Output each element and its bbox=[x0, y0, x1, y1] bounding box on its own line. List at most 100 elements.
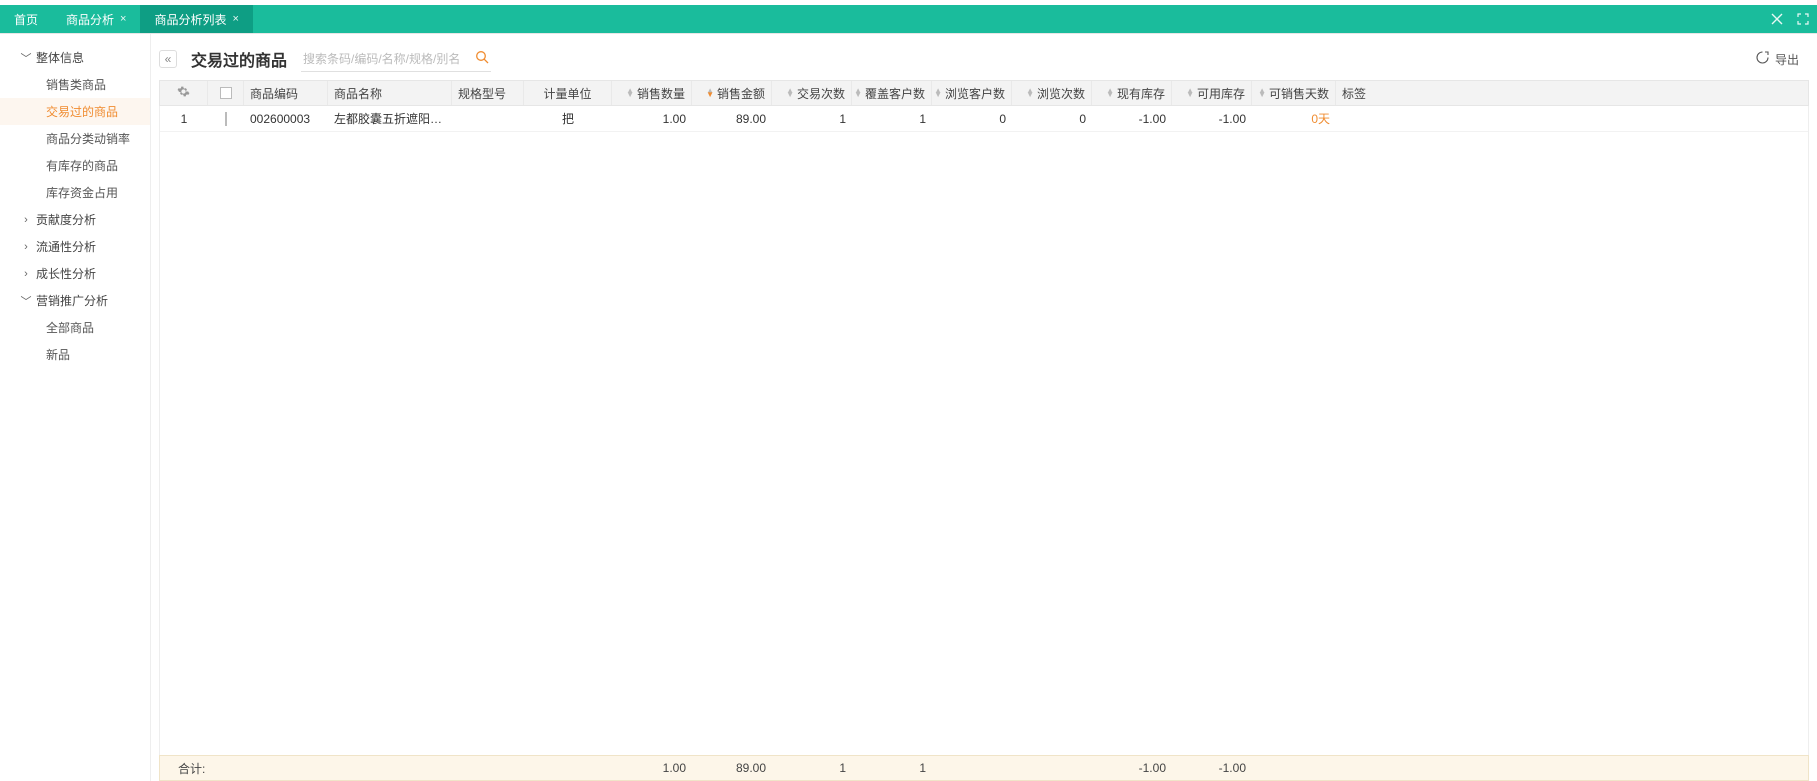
header-vcust[interactable]: ▲▼浏览客户数 bbox=[932, 81, 1012, 105]
export-button[interactable]: 导出 bbox=[1750, 47, 1805, 72]
sort-icon: ▲▼ bbox=[1258, 89, 1266, 97]
sort-icon: ▲▼ bbox=[1026, 89, 1034, 97]
cell-qty: 1.00 bbox=[612, 112, 692, 126]
cell-code: 002600003 bbox=[244, 112, 328, 126]
cell-avail: -1.00 bbox=[1172, 112, 1252, 126]
header-unit[interactable]: 计量单位 bbox=[524, 81, 612, 105]
footer-label: 合计: bbox=[160, 760, 328, 777]
header-name[interactable]: 商品名称 bbox=[328, 81, 452, 105]
header-label: 可用库存 bbox=[1197, 85, 1245, 102]
sort-icon: ▲▼ bbox=[706, 89, 714, 97]
link-value: 0 bbox=[999, 112, 1006, 126]
close-icon[interactable]: × bbox=[232, 13, 238, 25]
sidebar-item-in-stock[interactable]: 有库存的商品 bbox=[0, 152, 150, 179]
sidebar-group-label: 贡献度分析 bbox=[36, 211, 96, 228]
sidebar-group-overall[interactable]: ﹀ 整体信息 bbox=[0, 44, 150, 71]
header-label: 计量单位 bbox=[543, 85, 591, 102]
sidebar-item-traded-products[interactable]: 交易过的商品 bbox=[0, 98, 150, 125]
table-row[interactable]: 1 002600003 左都胶囊五折遮阳伞防晒伞; 把 1.00 89.00 1… bbox=[160, 106, 1808, 132]
sidebar-group-contribution[interactable]: › 贡献度分析 bbox=[0, 206, 150, 233]
tab-label: 首页 bbox=[14, 11, 38, 28]
page-header: « 交易过的商品 导出 bbox=[159, 34, 1809, 80]
footer-cov: 1 bbox=[852, 761, 932, 775]
tab-home[interactable]: 首页 bbox=[0, 5, 52, 33]
export-icon bbox=[1756, 51, 1769, 67]
search-field bbox=[301, 46, 491, 72]
header-qty[interactable]: ▲▼销售数量 bbox=[612, 81, 692, 105]
header-amount[interactable]: ▲▼销售金额 bbox=[692, 81, 772, 105]
cell-vcust[interactable]: 0 bbox=[932, 112, 1012, 126]
sidebar-item-stock-capital[interactable]: 库存资金占用 bbox=[0, 179, 150, 206]
footer-amount: 89.00 bbox=[692, 761, 772, 775]
search-input[interactable] bbox=[301, 46, 491, 72]
cell-amount: 89.00 bbox=[692, 112, 772, 126]
chevron-down-icon: ﹀ bbox=[20, 50, 32, 66]
header-stock[interactable]: ▲▼现有库存 bbox=[1092, 81, 1172, 105]
sidebar: ﹀ 整体信息 销售类商品 交易过的商品 商品分类动销率 有库存的商品 库存资金占… bbox=[0, 34, 151, 781]
cell-days: 0天 bbox=[1252, 110, 1336, 127]
page-title: 交易过的商品 bbox=[191, 47, 287, 71]
footer-qty: 1.00 bbox=[612, 761, 692, 775]
sidebar-group-label: 整体信息 bbox=[36, 49, 84, 66]
sidebar-group-marketing[interactable]: ﹀ 营销推广分析 bbox=[0, 287, 150, 314]
sort-icon: ▲▼ bbox=[854, 89, 862, 97]
sidebar-item-all-products[interactable]: 全部商品 bbox=[0, 314, 150, 341]
export-label: 导出 bbox=[1775, 51, 1799, 68]
checkbox-icon bbox=[220, 87, 232, 99]
tab-label: 商品分析 bbox=[66, 11, 114, 28]
cell-name: 左都胶囊五折遮阳伞防晒伞; bbox=[328, 110, 452, 127]
search-icon[interactable] bbox=[475, 50, 489, 67]
tab-label: 商品分析列表 bbox=[154, 11, 226, 28]
gear-icon bbox=[177, 85, 190, 101]
cell-tx: 1 bbox=[772, 112, 852, 126]
close-all-icon[interactable] bbox=[1769, 11, 1785, 27]
sort-icon: ▲▼ bbox=[1186, 89, 1194, 97]
cell-cov: 1 bbox=[852, 112, 932, 126]
footer-avail: -1.00 bbox=[1172, 761, 1252, 775]
header-days[interactable]: ▲▼可销售天数 bbox=[1252, 81, 1336, 105]
header-label: 交易次数 bbox=[797, 85, 845, 102]
table-body[interactable]: 1 002600003 左都胶囊五折遮阳伞防晒伞; 把 1.00 89.00 1… bbox=[159, 106, 1809, 755]
sidebar-item-sales-products[interactable]: 销售类商品 bbox=[0, 71, 150, 98]
header-label: 浏览客户数 bbox=[945, 85, 1005, 102]
header-checkbox[interactable] bbox=[208, 81, 244, 105]
header-code[interactable]: 商品编码 bbox=[244, 81, 328, 105]
header-avail[interactable]: ▲▼可用库存 bbox=[1172, 81, 1252, 105]
header-label: 现有库存 bbox=[1117, 85, 1165, 102]
sidebar-group-liquidity[interactable]: › 流通性分析 bbox=[0, 233, 150, 260]
chevron-right-icon: › bbox=[20, 268, 32, 280]
header-tx[interactable]: ▲▼交易次数 bbox=[772, 81, 852, 105]
tabbar: 首页 商品分析 × 商品分析列表 × bbox=[0, 5, 1817, 33]
sort-icon: ▲▼ bbox=[786, 89, 794, 97]
cell-stock: -1.00 bbox=[1092, 112, 1172, 126]
footer-tx: 1 bbox=[772, 761, 852, 775]
footer-stock: -1.00 bbox=[1092, 761, 1172, 775]
sidebar-group-label: 成长性分析 bbox=[36, 265, 96, 282]
sidebar-group-growth[interactable]: › 成长性分析 bbox=[0, 260, 150, 287]
tab-product-analysis[interactable]: 商品分析 × bbox=[52, 5, 140, 33]
workspace: ﹀ 整体信息 销售类商品 交易过的商品 商品分类动销率 有库存的商品 库存资金占… bbox=[0, 33, 1817, 781]
sidebar-item-category-rate[interactable]: 商品分类动销率 bbox=[0, 125, 150, 152]
header-cov[interactable]: ▲▼覆盖客户数 bbox=[852, 81, 932, 105]
header-label: 浏览次数 bbox=[1037, 85, 1085, 102]
collapse-sidebar-button[interactable]: « bbox=[159, 50, 177, 68]
data-grid: 商品编码 商品名称 规格型号 计量单位 ▲▼销售数量 ▲▼销售金额 ▲▼交易次数… bbox=[159, 80, 1809, 781]
header-label: 商品名称 bbox=[334, 85, 382, 102]
chevron-down-icon: ﹀ bbox=[20, 293, 32, 309]
header-label: 可销售天数 bbox=[1269, 85, 1329, 102]
expand-icon[interactable] bbox=[1795, 11, 1811, 27]
cell-views: 0 bbox=[1012, 112, 1092, 126]
header-label: 覆盖客户数 bbox=[865, 85, 925, 102]
header-spec[interactable]: 规格型号 bbox=[452, 81, 524, 105]
header-tags[interactable]: 标签 bbox=[1336, 81, 1556, 105]
header-settings[interactable] bbox=[160, 81, 208, 105]
sort-icon: ▲▼ bbox=[1106, 89, 1114, 97]
tab-product-analysis-list[interactable]: 商品分析列表 × bbox=[140, 5, 252, 33]
close-icon[interactable]: × bbox=[120, 13, 126, 25]
main: « 交易过的商品 导出 bbox=[151, 34, 1817, 781]
header-views[interactable]: ▲▼浏览次数 bbox=[1012, 81, 1092, 105]
header-label: 规格型号 bbox=[458, 85, 506, 102]
sidebar-item-new-products[interactable]: 新品 bbox=[0, 341, 150, 368]
cell-checkbox[interactable] bbox=[208, 112, 244, 126]
sidebar-group-label: 流通性分析 bbox=[36, 238, 96, 255]
